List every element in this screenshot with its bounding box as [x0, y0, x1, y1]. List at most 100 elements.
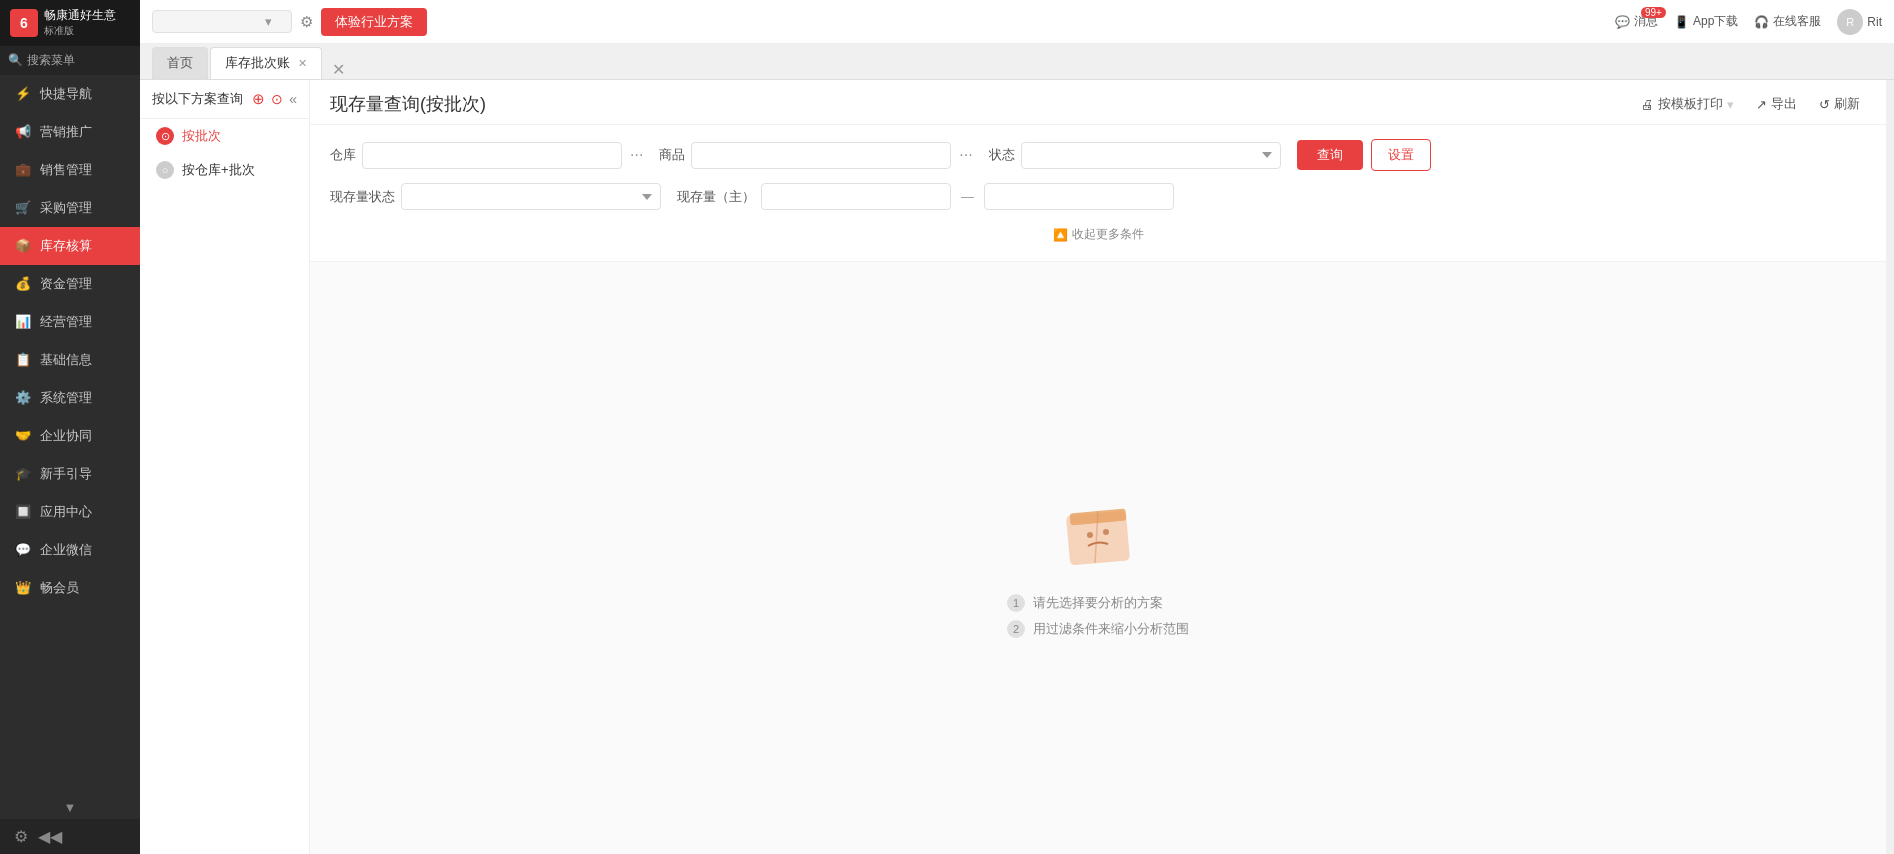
scrollbar[interactable]: [1886, 80, 1894, 854]
warehouse-more-icon[interactable]: ···: [630, 146, 643, 164]
export-button[interactable]: ↗ 导出: [1750, 92, 1803, 116]
panel-close-icon[interactable]: ✕: [332, 60, 345, 79]
warehouse-input[interactable]: [362, 142, 622, 169]
sidebar-item-quicknav[interactable]: ⚡ 快捷导航: [0, 75, 140, 113]
empty-tip-1: 1 请先选择要分析的方案: [1007, 594, 1189, 612]
schema-item-warehouse-batch[interactable]: ○ 按仓库+批次: [140, 153, 309, 187]
schema-item-batch[interactable]: ⊙ 按批次: [140, 119, 309, 153]
right-panel: 现存量查询(按批次) 🖨 按模板打印 ▾ ↗ 导出 ↺ 刷新: [310, 80, 1886, 854]
print-icon: 🖨: [1641, 97, 1654, 112]
left-panel-header: 按以下方案查询 ⊕ ⊙ «: [140, 80, 309, 119]
sidebar-item-label: 营销推广: [40, 123, 92, 141]
avatar: R: [1837, 9, 1863, 35]
sidebar-search[interactable]: 🔍 搜索菜单: [0, 46, 140, 75]
app-download-label: App下载: [1693, 13, 1738, 30]
sidebar-item-guide[interactable]: 🎓 新手引导: [0, 455, 140, 493]
stock-amount-max-input[interactable]: [984, 183, 1174, 210]
sidebar-item-label: 经营管理: [40, 313, 92, 331]
sidebar-item-management[interactable]: 📊 经营管理: [0, 303, 140, 341]
purchase-icon: 🛒: [14, 199, 32, 217]
settings-icon[interactable]: ⚙: [14, 827, 28, 846]
user-profile[interactable]: R Rit: [1837, 9, 1882, 35]
main-area: ▾ ⚙ 体验行业方案 💬 消息 99+ 📱 App下载 🎧 在线客服 R: [140, 0, 1894, 854]
sidebar-item-system[interactable]: ⚙️ 系统管理: [0, 379, 140, 417]
status-filter: 状态: [989, 142, 1281, 169]
export-label: 导出: [1771, 95, 1797, 113]
wechat-icon: 💬: [14, 541, 32, 559]
left-panel: 按以下方案查询 ⊕ ⊙ « ⊙ 按批次 ○ 按仓库+批次: [140, 80, 310, 854]
sidebar-item-apps[interactable]: 🔲 应用中心: [0, 493, 140, 531]
settings-button[interactable]: 设置: [1371, 139, 1431, 171]
sidebar-item-purchase[interactable]: 🛒 采购管理: [0, 189, 140, 227]
sidebar-item-collab[interactable]: 🤝 企业协同: [0, 417, 140, 455]
status-select[interactable]: [1021, 142, 1281, 169]
sidebar-item-finance[interactable]: 💰 资金管理: [0, 265, 140, 303]
finance-icon: 💰: [14, 275, 32, 293]
stock-status-select[interactable]: [401, 183, 661, 210]
sidebar-item-label: 系统管理: [40, 389, 92, 407]
marketing-icon: 📢: [14, 123, 32, 141]
search-icon: 🔍: [8, 53, 23, 67]
sidebar-item-marketing[interactable]: 📢 营销推广: [0, 113, 140, 151]
schema-settings-icon[interactable]: ⊙: [271, 91, 283, 107]
sidebar-item-sales[interactable]: 💼 销售管理: [0, 151, 140, 189]
print-dropdown-icon[interactable]: ▾: [1727, 97, 1734, 112]
filter-area: 仓库 ··· 商品 ··· 状态: [310, 125, 1886, 262]
collapse-sidebar-icon[interactable]: ◀◀: [38, 827, 62, 846]
sidebar-item-inventory[interactable]: 📦 库存核算: [0, 227, 140, 265]
print-button[interactable]: 🖨 按模板打印 ▾: [1635, 92, 1740, 116]
topbar-search-input[interactable]: [161, 15, 261, 29]
sidebar-scroll-down[interactable]: ▼: [0, 796, 140, 819]
stock-amount-filter: 现存量（主） —: [677, 183, 1174, 210]
app-info: 畅康通好生意 标准版: [44, 8, 116, 38]
sidebar-item-basic[interactable]: 📋 基础信息: [0, 341, 140, 379]
schema-active-icon: ⊙: [156, 127, 174, 145]
system-icon: ⚙️: [14, 389, 32, 407]
empty-svg: [1048, 478, 1148, 578]
topbar-dropdown-icon[interactable]: ▾: [265, 14, 272, 29]
sidebar-item-label: 资金管理: [40, 275, 92, 293]
collapse-more-btn[interactable]: 🔼 收起更多条件: [330, 222, 1866, 247]
refresh-button[interactable]: ↺ 刷新: [1813, 92, 1866, 116]
member-icon: 👑: [14, 579, 32, 597]
content-area: 按以下方案查询 ⊕ ⊙ « ⊙ 按批次 ○ 按仓库+批次 现存量查询(按批次: [140, 80, 1894, 854]
product-input[interactable]: [691, 142, 951, 169]
warehouse-filter: 仓库 ···: [330, 142, 643, 169]
stock-amount-min-input[interactable]: [761, 183, 951, 210]
page-header-actions: 🖨 按模板打印 ▾ ↗ 导出 ↺ 刷新: [1635, 92, 1866, 116]
empty-illustration: [1048, 478, 1148, 578]
tab-inventory-batch[interactable]: 库存批次账 ✕: [210, 47, 322, 79]
sidebar-item-member[interactable]: 👑 畅会员: [0, 569, 140, 607]
sidebar-item-wechat[interactable]: 💬 企业微信: [0, 531, 140, 569]
left-panel-actions: ⊕ ⊙ «: [252, 90, 297, 108]
sidebar-item-label: 畅会员: [40, 579, 79, 597]
sidebar-item-label: 快捷导航: [40, 85, 92, 103]
filter-row-2: 现存量状态 现存量（主） —: [330, 183, 1866, 210]
stock-status-filter: 现存量状态: [330, 183, 661, 210]
app-download-action[interactable]: 📱 App下载: [1674, 13, 1738, 30]
empty-tips: 1 请先选择要分析的方案 2 用过滤条件来缩小分析范围: [1007, 594, 1189, 638]
query-button[interactable]: 查询: [1297, 140, 1363, 170]
messages-action[interactable]: 💬 消息 99+: [1615, 13, 1658, 30]
messages-badge: 99+: [1641, 7, 1666, 18]
tabs-bar: 首页 库存批次账 ✕ ✕: [140, 44, 1894, 80]
empty-tip-2: 2 用过滤条件来缩小分析范围: [1007, 620, 1189, 638]
topbar-gear-icon[interactable]: ⚙: [300, 13, 313, 31]
experience-button[interactable]: 体验行业方案: [321, 8, 427, 36]
basic-icon: 📋: [14, 351, 32, 369]
tab-close-icon[interactable]: ✕: [298, 57, 307, 70]
tab-home[interactable]: 首页: [152, 47, 208, 79]
page-title: 现存量查询(按批次): [330, 92, 486, 116]
product-more-icon[interactable]: ···: [959, 146, 972, 164]
status-label: 状态: [989, 146, 1015, 164]
topbar-search-box[interactable]: ▾: [152, 10, 292, 33]
add-schema-icon[interactable]: ⊕: [252, 90, 265, 108]
schema-inactive-icon: ○: [156, 161, 174, 179]
collapse-panel-icon[interactable]: «: [289, 91, 297, 107]
stock-amount-separator: —: [957, 189, 978, 204]
sidebar-item-label: 销售管理: [40, 161, 92, 179]
online-service-action[interactable]: 🎧 在线客服: [1754, 13, 1821, 30]
svg-point-3: [1103, 529, 1109, 535]
guide-icon: 🎓: [14, 465, 32, 483]
sales-icon: 💼: [14, 161, 32, 179]
